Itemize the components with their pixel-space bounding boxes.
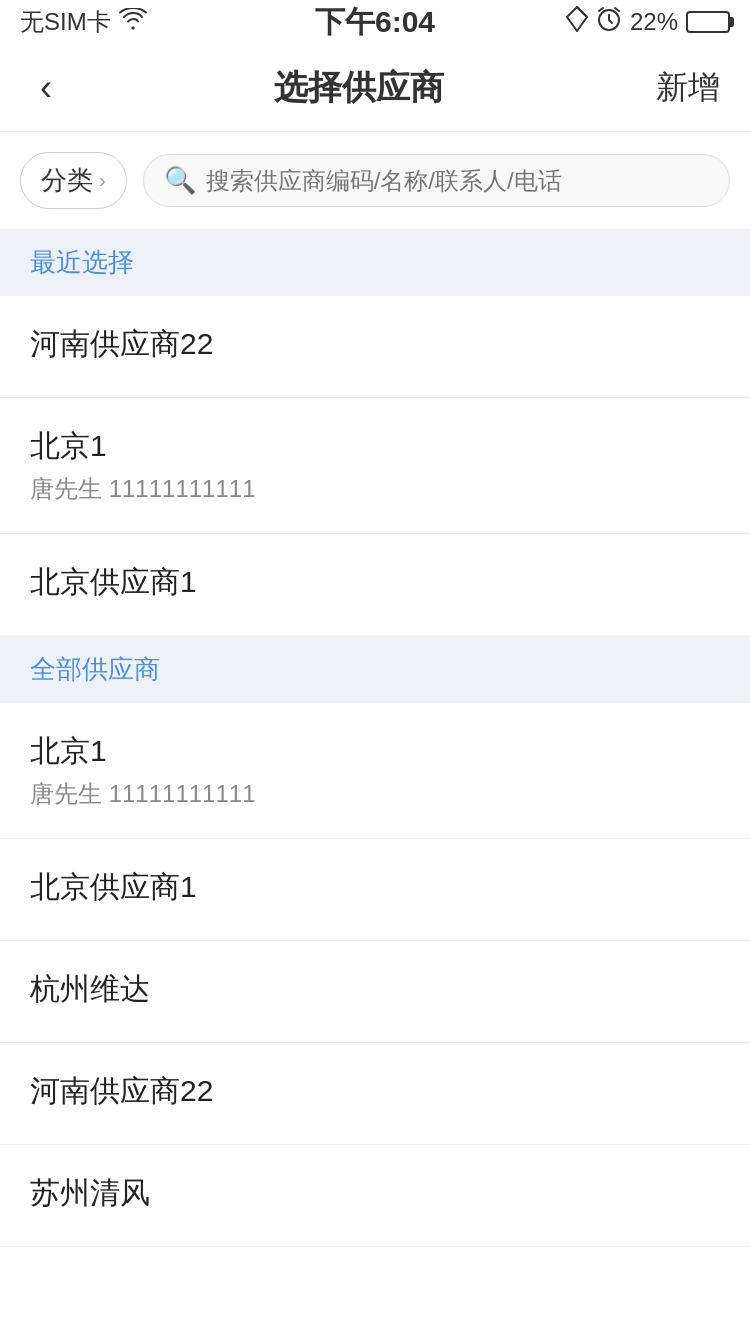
recent-list-item[interactable]: 北京供应商1 (0, 534, 750, 636)
battery-percentage: 22% (630, 8, 678, 36)
all-section-label: 全部供应商 (30, 654, 160, 684)
item-name: 杭州维达 (30, 969, 720, 1010)
filter-bar: 分类 › 🔍 (0, 132, 750, 229)
search-icon: 🔍 (164, 165, 196, 196)
wifi-icon (119, 8, 147, 36)
alarm-icon (596, 6, 622, 38)
recent-items-list: 河南供应商22 北京1 唐先生 11111111111 北京供应商1 (0, 296, 750, 636)
battery-icon (686, 11, 730, 33)
status-bar: 无SIM卡 下午6:04 22% (0, 0, 750, 44)
item-name: 北京供应商1 (30, 562, 720, 603)
add-button[interactable]: 新增 (656, 66, 720, 110)
category-label: 分类 (41, 163, 93, 198)
search-input[interactable] (206, 167, 709, 195)
all-list-item[interactable]: 苏州清风 (0, 1145, 750, 1247)
search-box[interactable]: 🔍 (143, 154, 730, 207)
carrier-label: 无SIM卡 (20, 6, 111, 38)
page-title: 选择供应商 (274, 65, 444, 111)
status-left: 无SIM卡 (20, 6, 147, 38)
item-sub: 唐先生 11111111111 (30, 473, 720, 505)
all-section-header: 全部供应商 (0, 636, 750, 703)
all-items-list: 北京1 唐先生 11111111111 北京供应商1 杭州维达河南供应商22 苏州清风 (0, 703, 750, 1247)
all-list-item[interactable]: 河南供应商22 (0, 1043, 750, 1145)
back-button[interactable]: ‹ (30, 57, 62, 119)
item-name: 北京1 (30, 731, 720, 772)
item-name: 河南供应商22 (30, 1071, 720, 1112)
all-list-item[interactable]: 北京1 唐先生 11111111111 (0, 703, 750, 839)
all-list-item[interactable]: 北京供应商1 (0, 839, 750, 941)
recent-section-header: 最近选择 (0, 229, 750, 296)
status-time: 下午6:04 (315, 2, 435, 43)
item-name: 北京1 (30, 426, 720, 467)
location-icon (566, 6, 588, 38)
recent-list-item[interactable]: 北京1 唐先生 11111111111 (0, 398, 750, 534)
category-filter[interactable]: 分类 › (20, 152, 127, 209)
item-name: 河南供应商22 (30, 324, 720, 365)
item-name: 北京供应商1 (30, 867, 720, 908)
chevron-right-icon: › (99, 169, 106, 192)
all-list-item[interactable]: 杭州维达 (0, 941, 750, 1043)
item-name: 苏州清风 (30, 1173, 720, 1214)
item-sub: 唐先生 11111111111 (30, 778, 720, 810)
nav-bar: ‹ 选择供应商 新增 (0, 44, 750, 132)
status-right: 22% (566, 6, 730, 38)
recent-section-label: 最近选择 (30, 247, 134, 277)
recent-list-item[interactable]: 河南供应商22 (0, 296, 750, 398)
